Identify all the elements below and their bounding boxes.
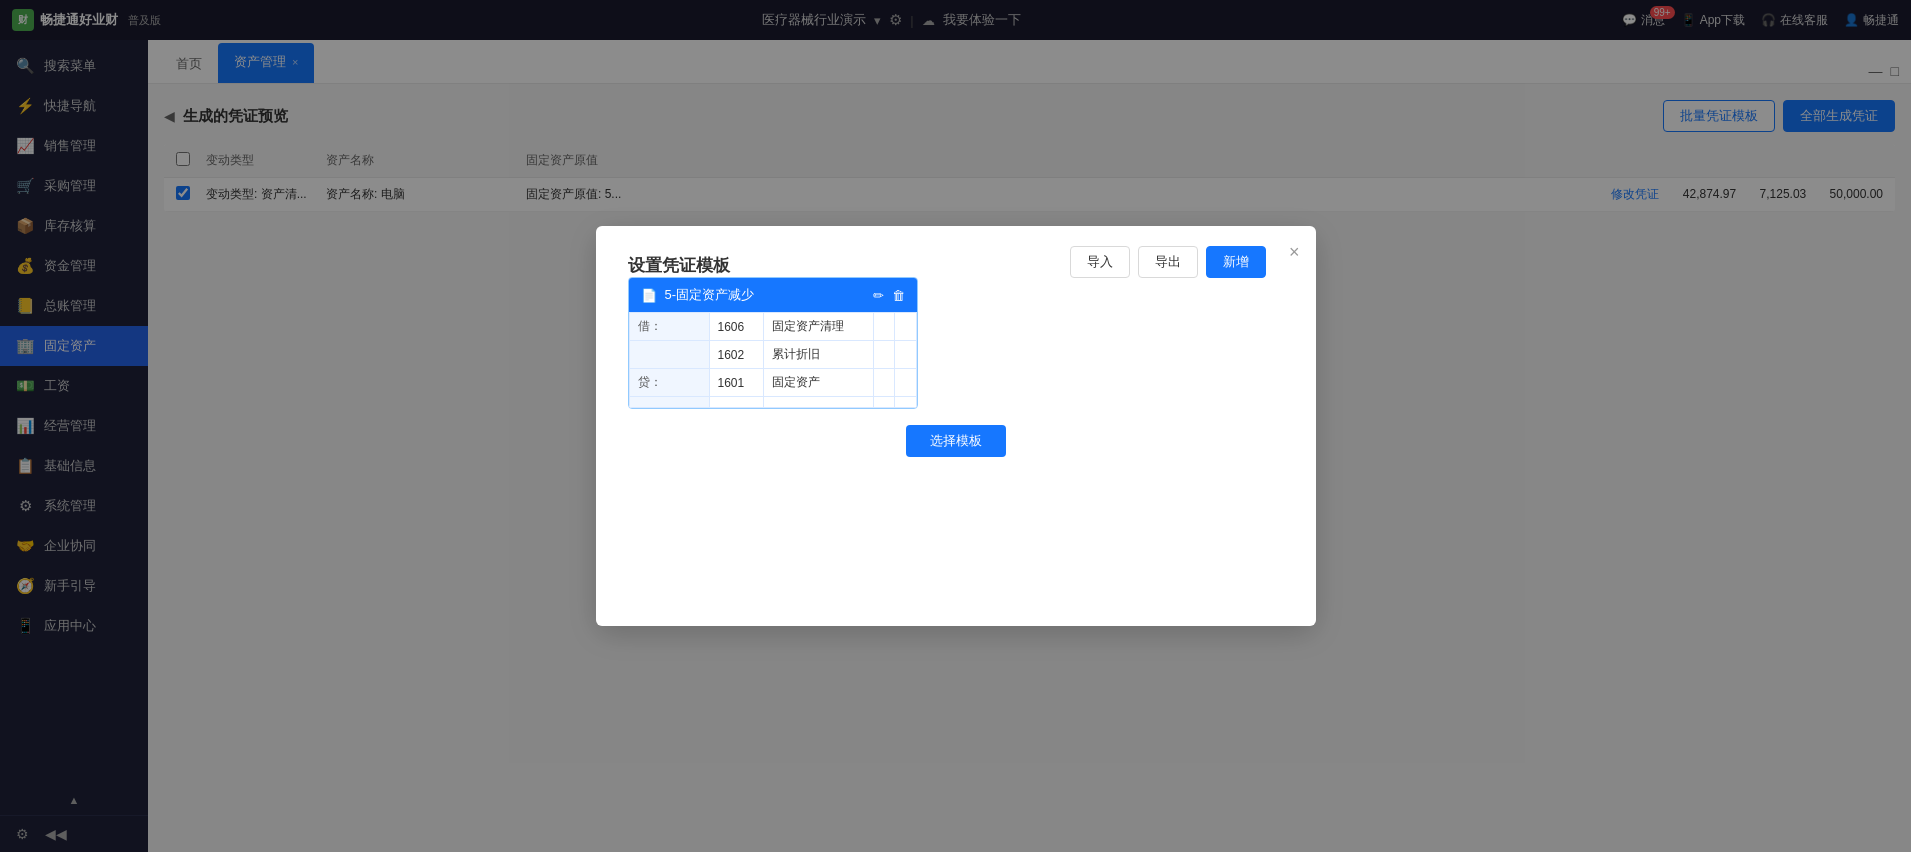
template-row-4-amount: [874, 397, 895, 408]
template-row-1-code: 1606: [709, 313, 763, 341]
template-row-4-remark: [895, 397, 916, 408]
template-row-1-side: 借：: [629, 313, 709, 341]
template-row-4-code: [709, 397, 763, 408]
template-row-1: 借： 1606 固定资产清理: [629, 313, 916, 341]
template-row-2-code: 1602: [709, 341, 763, 369]
select-template-btn[interactable]: 选择模板: [906, 425, 1006, 457]
modal-overlay: 设置凭证模板 × 导入 导出 新增 📄 5-固定资产减少 ✏ 🗑: [0, 0, 1911, 852]
modal-title: 设置凭证模板: [628, 256, 730, 275]
template-row-3-code: 1601: [709, 369, 763, 397]
template-row-2-amount: [874, 341, 895, 369]
select-template-area: 选择模板: [628, 425, 1284, 457]
import-btn[interactable]: 导入: [1070, 246, 1130, 278]
template-doc-icon: 📄: [641, 288, 657, 303]
template-row-3-remark: [895, 369, 916, 397]
template-card-header: 📄 5-固定资产减少 ✏ 🗑: [629, 278, 917, 312]
template-row-1-name: 固定资产清理: [763, 313, 874, 341]
template-card-header-left: 📄 5-固定资产减少: [641, 286, 755, 304]
template-row-2-side: [629, 341, 709, 369]
template-card: 📄 5-固定资产减少 ✏ 🗑 借： 1606 固定资产清理: [628, 277, 918, 409]
template-row-3-name: 固定资产: [763, 369, 874, 397]
template-card-actions: ✏ 🗑: [873, 288, 905, 303]
template-row-3-side: 贷：: [629, 369, 709, 397]
modal-header-actions: 导入 导出 新增: [1070, 246, 1266, 278]
template-row-4-side: [629, 397, 709, 408]
template-delete-icon[interactable]: 🗑: [892, 288, 905, 303]
modal-close-btn[interactable]: ×: [1289, 242, 1300, 263]
template-row-3: 贷： 1601 固定资产: [629, 369, 916, 397]
template-row-4-name: [763, 397, 874, 408]
template-row-3-amount: [874, 369, 895, 397]
template-row-1-remark: [895, 313, 916, 341]
template-table: 借： 1606 固定资产清理 1602 累计折旧 贷：: [629, 312, 917, 408]
modal-set-voucher-template: 设置凭证模板 × 导入 导出 新增 📄 5-固定资产减少 ✏ 🗑: [596, 226, 1316, 626]
template-edit-icon[interactable]: ✏: [873, 288, 884, 303]
new-btn[interactable]: 新增: [1206, 246, 1266, 278]
template-row-2-remark: [895, 341, 916, 369]
export-btn[interactable]: 导出: [1138, 246, 1198, 278]
template-row-4: [629, 397, 916, 408]
template-row-2: 1602 累计折旧: [629, 341, 916, 369]
template-row-2-name: 累计折旧: [763, 341, 874, 369]
template-header-label: 5-固定资产减少: [665, 286, 755, 304]
template-row-1-amount: [874, 313, 895, 341]
